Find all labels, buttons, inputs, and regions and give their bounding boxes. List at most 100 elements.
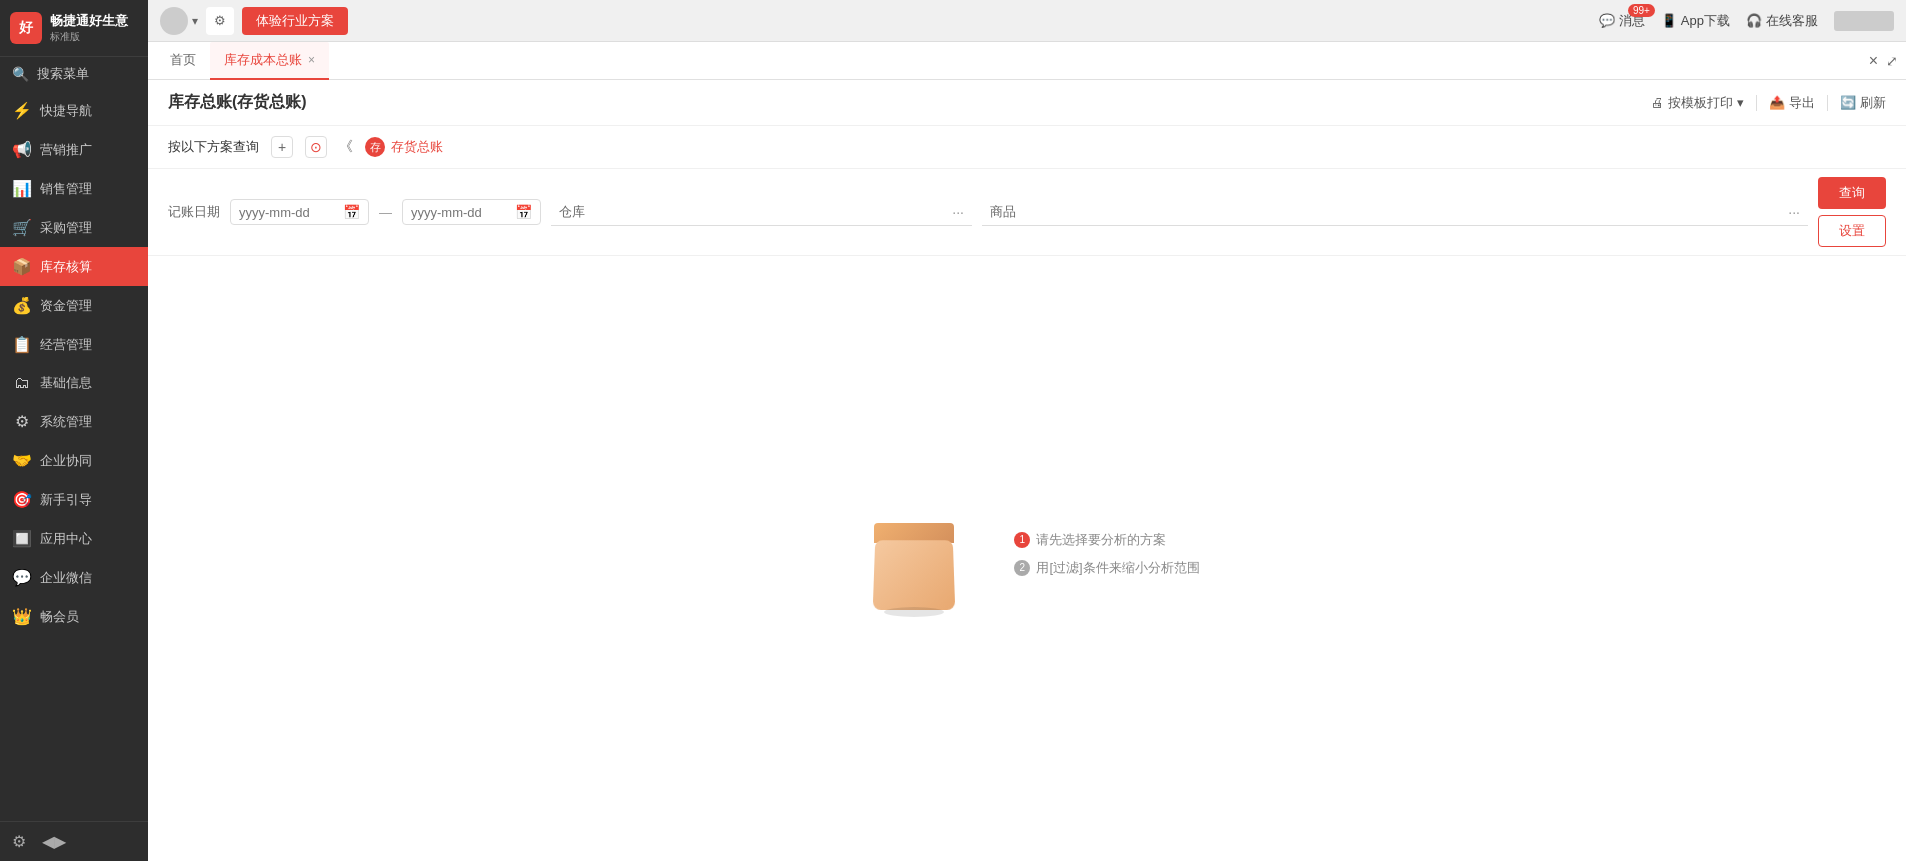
product-input-wrap: 商品 ···	[982, 199, 1808, 226]
calendar-to-icon[interactable]: 📅	[515, 204, 532, 220]
sidebar-item-label: 企业微信	[40, 569, 92, 587]
hint-item-2: 2 用[过滤]条件来缩小分析范围	[1014, 559, 1199, 577]
sidebar-item-label: 畅会员	[40, 608, 79, 626]
sidebar-item-guide[interactable]: 🎯 新手引导	[0, 480, 148, 519]
filter-label: 按以下方案查询	[168, 138, 259, 156]
sidebar-item-marketing[interactable]: 📢 营销推广	[0, 130, 148, 169]
main-content: ▾ ⚙ 体验行业方案 💬 消息 99+ 📱 App下载 🎧 在线客服	[148, 0, 1906, 861]
box-shape	[873, 540, 956, 610]
refresh-label: 刷新	[1860, 94, 1886, 112]
topbar: ▾ ⚙ 体验行业方案 💬 消息 99+ 📱 App下载 🎧 在线客服	[148, 0, 1906, 42]
warehouse-more-icon[interactable]: ···	[952, 204, 964, 220]
sidebar-item-wechat[interactable]: 💬 企业微信	[0, 558, 148, 597]
product-input[interactable]	[1020, 204, 1784, 219]
message-button[interactable]: 💬 消息 99+	[1599, 12, 1645, 30]
app-download-button[interactable]: 📱 App下载	[1661, 12, 1730, 30]
sidebar-item-quick-nav[interactable]: ⚡ 快捷导航	[0, 91, 148, 130]
app-title: 畅捷通好生意	[50, 13, 128, 30]
avatar	[160, 7, 188, 35]
topbar-right: 💬 消息 99+ 📱 App下载 🎧 在线客服	[1599, 11, 1894, 31]
warehouse-label: 仓库	[559, 203, 585, 221]
empty-illustration	[854, 499, 974, 619]
date-from-input[interactable]	[239, 205, 339, 220]
topbar-settings-button[interactable]: ⚙	[206, 7, 234, 35]
print-button[interactable]: 🖨 按模板打印 ▾	[1651, 94, 1744, 112]
empty-state: 1 请先选择要分析的方案 2 用[过滤]条件来缩小分析范围	[148, 256, 1906, 861]
filter-collapse-button[interactable]: 《	[339, 138, 353, 156]
sidebar-bottom: ⚙ ◀▶	[0, 821, 148, 861]
panel-resize-button[interactable]: ⤢	[1886, 53, 1898, 69]
hint-text-1: 请先选择要分析的方案	[1036, 531, 1166, 549]
scheme-name: 存货总账	[391, 138, 443, 156]
collapse-icon[interactable]: ◀▶	[42, 832, 66, 851]
search-menu-label: 搜索菜单	[37, 65, 89, 83]
sidebar-item-app-center[interactable]: 🔲 应用中心	[0, 519, 148, 558]
refresh-button[interactable]: 🔄 刷新	[1840, 94, 1886, 112]
tab-inventory-ledger-label: 库存成本总账	[224, 51, 302, 69]
user-name-display	[1834, 11, 1894, 31]
settings-bottom-icon[interactable]: ⚙	[12, 832, 26, 851]
sidebar-item-sales[interactable]: 📊 销售管理	[0, 169, 148, 208]
sidebar-item-member[interactable]: 👑 畅会员	[0, 597, 148, 636]
finance-icon: 💰	[12, 296, 32, 315]
page-header: 库存总账(存货总账) 🖨 按模板打印 ▾ 📤 导出 🔄 刷新	[148, 80, 1906, 126]
date-to-input-wrap: 📅	[402, 199, 541, 225]
search-menu[interactable]: 🔍 搜索菜单	[0, 57, 148, 91]
tab-panel-right: × ⤢	[1869, 52, 1898, 70]
set-button[interactable]: 设置	[1818, 215, 1886, 247]
sidebar-item-basic[interactable]: 🗂 基础信息	[0, 364, 148, 402]
marketing-icon: 📢	[12, 140, 32, 159]
warehouse-input-wrap: 仓库 ···	[551, 199, 972, 226]
logo-icon: 好	[10, 12, 42, 44]
sidebar-item-enterprise[interactable]: 🤝 企业协同	[0, 441, 148, 480]
sidebar-logo: 好 畅捷通好生意 标准版	[0, 0, 148, 57]
box-shadow	[884, 607, 944, 617]
enterprise-icon: 🤝	[12, 451, 32, 470]
divider2	[1827, 95, 1828, 111]
date-label: 记账日期	[168, 203, 220, 221]
refresh-icon: 🔄	[1840, 95, 1856, 110]
chevron-down-icon: ▾	[192, 14, 198, 28]
product-label: 商品	[990, 203, 1016, 221]
app-download-label: App下载	[1681, 12, 1730, 30]
filter-area: 按以下方案查询 + ⊙ 《 存 存货总账	[148, 126, 1906, 169]
tab-home[interactable]: 首页	[156, 42, 210, 80]
topbar-left: ▾ ⚙ 体验行业方案	[160, 7, 1591, 35]
filter-add-button[interactable]: +	[271, 136, 293, 158]
operation-icon: 📋	[12, 335, 32, 354]
page-title: 库存总账(存货总账)	[168, 92, 307, 113]
sidebar-item-label: 快捷导航	[40, 102, 92, 120]
warehouse-input[interactable]	[589, 204, 948, 219]
industry-solution-button[interactable]: 体验行业方案	[242, 7, 348, 35]
panel-close-button[interactable]: ×	[1869, 52, 1878, 70]
tabs-bar: 首页 库存成本总账 × × ⤢	[148, 42, 1906, 80]
hint-item-1: 1 请先选择要分析的方案	[1014, 531, 1199, 549]
export-button[interactable]: 📤 导出	[1769, 94, 1815, 112]
scheme-item[interactable]: 存 存货总账	[365, 137, 443, 157]
sidebar-item-label: 销售管理	[40, 180, 92, 198]
page-content: 库存总账(存货总账) 🖨 按模板打印 ▾ 📤 导出 🔄 刷新	[148, 80, 1906, 861]
page-header-actions: 🖨 按模板打印 ▾ 📤 导出 🔄 刷新	[1651, 94, 1886, 112]
tab-inventory-ledger[interactable]: 库存成本总账 ×	[210, 42, 329, 80]
filter-settings-button[interactable]: ⊙	[305, 136, 327, 158]
message-badge: 99+	[1628, 4, 1655, 17]
tab-close-icon[interactable]: ×	[308, 53, 315, 67]
sidebar-item-inventory[interactable]: 📦 库存核算	[0, 247, 148, 286]
sidebar-item-purchase[interactable]: 🛒 采购管理	[0, 208, 148, 247]
date-to-input[interactable]	[411, 205, 511, 220]
sidebar-item-label: 应用中心	[40, 530, 92, 548]
sidebar-item-label: 经营管理	[40, 336, 92, 354]
sidebar-item-operation[interactable]: 📋 经营管理	[0, 325, 148, 364]
sidebar-item-finance[interactable]: 💰 资金管理	[0, 286, 148, 325]
product-more-icon[interactable]: ···	[1788, 204, 1800, 220]
calendar-from-icon[interactable]: 📅	[343, 204, 360, 220]
message-icon: 💬	[1599, 13, 1615, 28]
user-avatar-area[interactable]: ▾	[160, 7, 198, 35]
online-support-button[interactable]: 🎧 在线客服	[1746, 12, 1818, 30]
sidebar-item-label: 营销推广	[40, 141, 92, 159]
query-button[interactable]: 查询	[1818, 177, 1886, 209]
app-center-icon: 🔲	[12, 529, 32, 548]
sidebar-item-label: 新手引导	[40, 491, 92, 509]
scheme-icon: 存	[365, 137, 385, 157]
sidebar-item-system[interactable]: ⚙ 系统管理	[0, 402, 148, 441]
